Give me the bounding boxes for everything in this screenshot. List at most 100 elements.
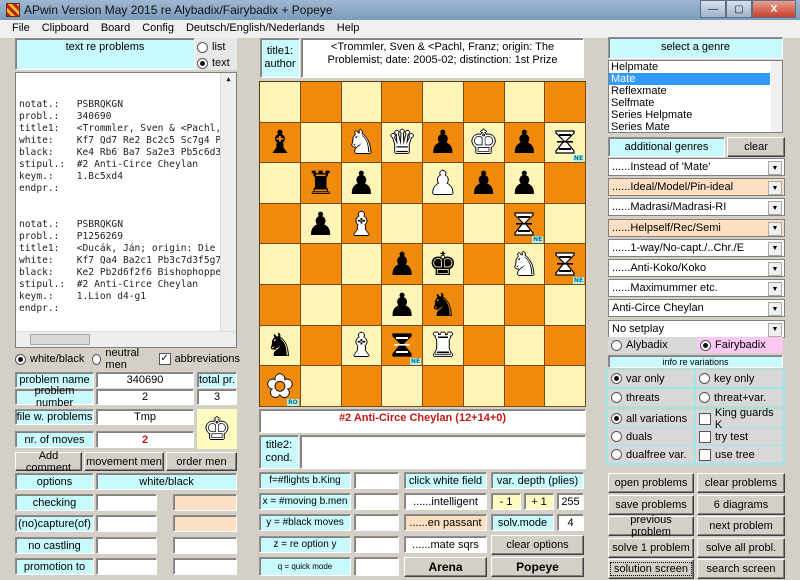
square-e6[interactable]: ♟ [423,163,464,204]
square-g8[interactable] [504,82,546,123]
square-c8[interactable] [341,82,383,123]
condition-dropdown[interactable]: ......1-way/No-capt./..Chr./E ▼ [608,238,785,257]
black-moves-field[interactable] [354,514,399,531]
try-test-checkbox[interactable]: try test [696,428,783,445]
condition-dropdown[interactable]: ......Madrasi/Madrasi-RI ▼ [608,198,785,217]
chevron-down-icon[interactable]: ▼ [768,262,782,276]
square-c5[interactable]: ♝ [341,203,383,245]
square-d1[interactable] [382,366,424,407]
square-e8[interactable] [423,82,464,123]
alybadix-radio[interactable]: Alybadix [611,339,668,351]
vertical-scrollbar[interactable]: ▲ [220,73,236,331]
clear-problems-button[interactable]: clear problems [697,473,785,493]
square-a3[interactable] [260,285,301,326]
next-problem-button[interactable]: next problem [697,516,785,536]
solve-one-problem-button[interactable]: solve 1 problem [608,538,694,558]
chevron-down-icon[interactable]: ▼ [768,161,782,175]
open-problems-button[interactable]: open problems [608,473,694,493]
square-a7[interactable]: ♝ [260,122,301,164]
scroll-thumb[interactable] [30,334,90,345]
white-black-radio[interactable]: white/black [15,352,84,366]
option-y-field[interactable] [354,536,399,553]
square-g6[interactable]: ♟ [504,163,546,204]
square-c1[interactable] [341,366,383,407]
square-e4[interactable]: ♚ [423,244,464,285]
menu-help[interactable]: Help [331,20,366,38]
square-f5[interactable] [463,203,505,245]
genre-scrollbar[interactable] [771,61,782,132]
six-diagrams-button[interactable]: 6 diagrams [697,495,785,515]
square-b5[interactable]: ♟ [300,203,342,245]
condition-dropdown[interactable]: Anti-Circe Cheylan ▼ [608,299,785,318]
square-b7[interactable] [300,122,342,164]
square-b8[interactable] [300,82,342,123]
square-e1[interactable] [423,366,464,407]
popeye-button[interactable]: Popeye [491,557,584,577]
square-c4[interactable] [341,244,383,285]
solve-all-problems-button[interactable]: solve all probl. [697,538,785,558]
menu-config[interactable]: Config [136,20,180,38]
no-castling-white-field[interactable] [96,537,157,554]
square-a1[interactable]: ✿ RO [260,366,301,407]
square-b2[interactable] [300,325,342,367]
square-a6[interactable] [260,163,301,204]
square-g7[interactable]: ♟ [504,122,546,164]
square-a2[interactable]: ♞ [260,325,301,367]
chevron-down-icon[interactable]: ▼ [768,322,782,337]
condition-dropdown[interactable]: ......Ideal/Model/Pin-ideal ▼ [608,178,785,197]
scroll-up-icon[interactable]: ▲ [221,73,236,87]
dualfree-radio[interactable]: dualfree var. [608,446,694,463]
fairybadix-radio[interactable]: Fairybadix [697,337,783,353]
menu-board[interactable]: Board [95,20,136,38]
genre-item[interactable]: Selfmate [609,97,782,109]
title2-field[interactable] [300,435,586,469]
square-h3[interactable] [545,285,587,326]
square-f4[interactable] [463,244,505,285]
square-g5[interactable]: NE [504,203,546,245]
square-d4[interactable]: ♟ [382,244,424,285]
square-e2[interactable]: ♜ [423,325,464,367]
en-passant-button[interactable]: ......en passant [404,514,487,531]
condition-dropdown[interactable]: ......Maximummer etc. ▼ [608,279,785,298]
square-a5[interactable] [260,203,301,245]
movement-men-button[interactable]: movement men [84,452,164,471]
square-d5[interactable] [382,203,424,245]
square-h4[interactable]: NE [545,244,587,285]
condition-dropdown[interactable]: ......Helpself/Rec/Semi ▼ [608,218,785,237]
nr-moves-field[interactable]: 2 [96,431,194,448]
quick-mode-field[interactable] [354,557,399,576]
square-e3[interactable]: ♞ [423,285,464,326]
square-b4[interactable] [300,244,342,285]
square-f3[interactable] [463,285,505,326]
use-tree-checkbox[interactable]: use tree [696,446,783,463]
square-h8[interactable] [545,82,587,123]
minimize-button[interactable]: — [700,0,726,18]
all-variations-radio[interactable]: all variations [608,410,694,427]
moving-men-field[interactable] [354,493,399,510]
depth-minus-button[interactable]: - 1 [491,493,521,510]
square-g3[interactable] [504,285,546,326]
duals-radio[interactable]: duals [608,428,694,445]
genre-item[interactable]: Series Helpmate [609,109,782,121]
var-depth-field[interactable]: 255 [557,493,584,510]
chevron-down-icon[interactable]: ▼ [768,201,782,216]
previous-problem-button[interactable]: previous problem [608,514,694,538]
square-a8[interactable] [260,82,301,123]
problem-name-field[interactable]: 340690 [96,372,194,388]
condition-dropdown[interactable]: No setplay ▼ [608,319,785,338]
mate-sqrs-button[interactable]: ......mate sqrs [404,536,487,553]
no-castling-black-field[interactable] [173,537,237,554]
save-problems-button[interactable]: save problems [608,495,694,515]
square-d7[interactable]: ♛ [382,122,424,164]
solution-screen-button[interactable]: solution screen [608,559,694,579]
click-white-field-button[interactable]: click white field [404,472,487,489]
square-e7[interactable]: ♟ [423,122,464,164]
clear-genres-button[interactable]: clear [727,137,785,157]
chevron-down-icon[interactable]: ▼ [768,282,782,297]
square-e5[interactable] [423,203,464,245]
genre-item-selected[interactable]: Mate [609,73,770,85]
file-problems-field[interactable]: Tmp [96,409,194,425]
side-to-move-king-icon[interactable]: ♚ [197,409,237,449]
problems-text-area[interactable]: notat.: PSBRQKGN probl.: 340690 title1: … [15,72,237,348]
genre-item[interactable]: Reflexmate [609,85,782,97]
